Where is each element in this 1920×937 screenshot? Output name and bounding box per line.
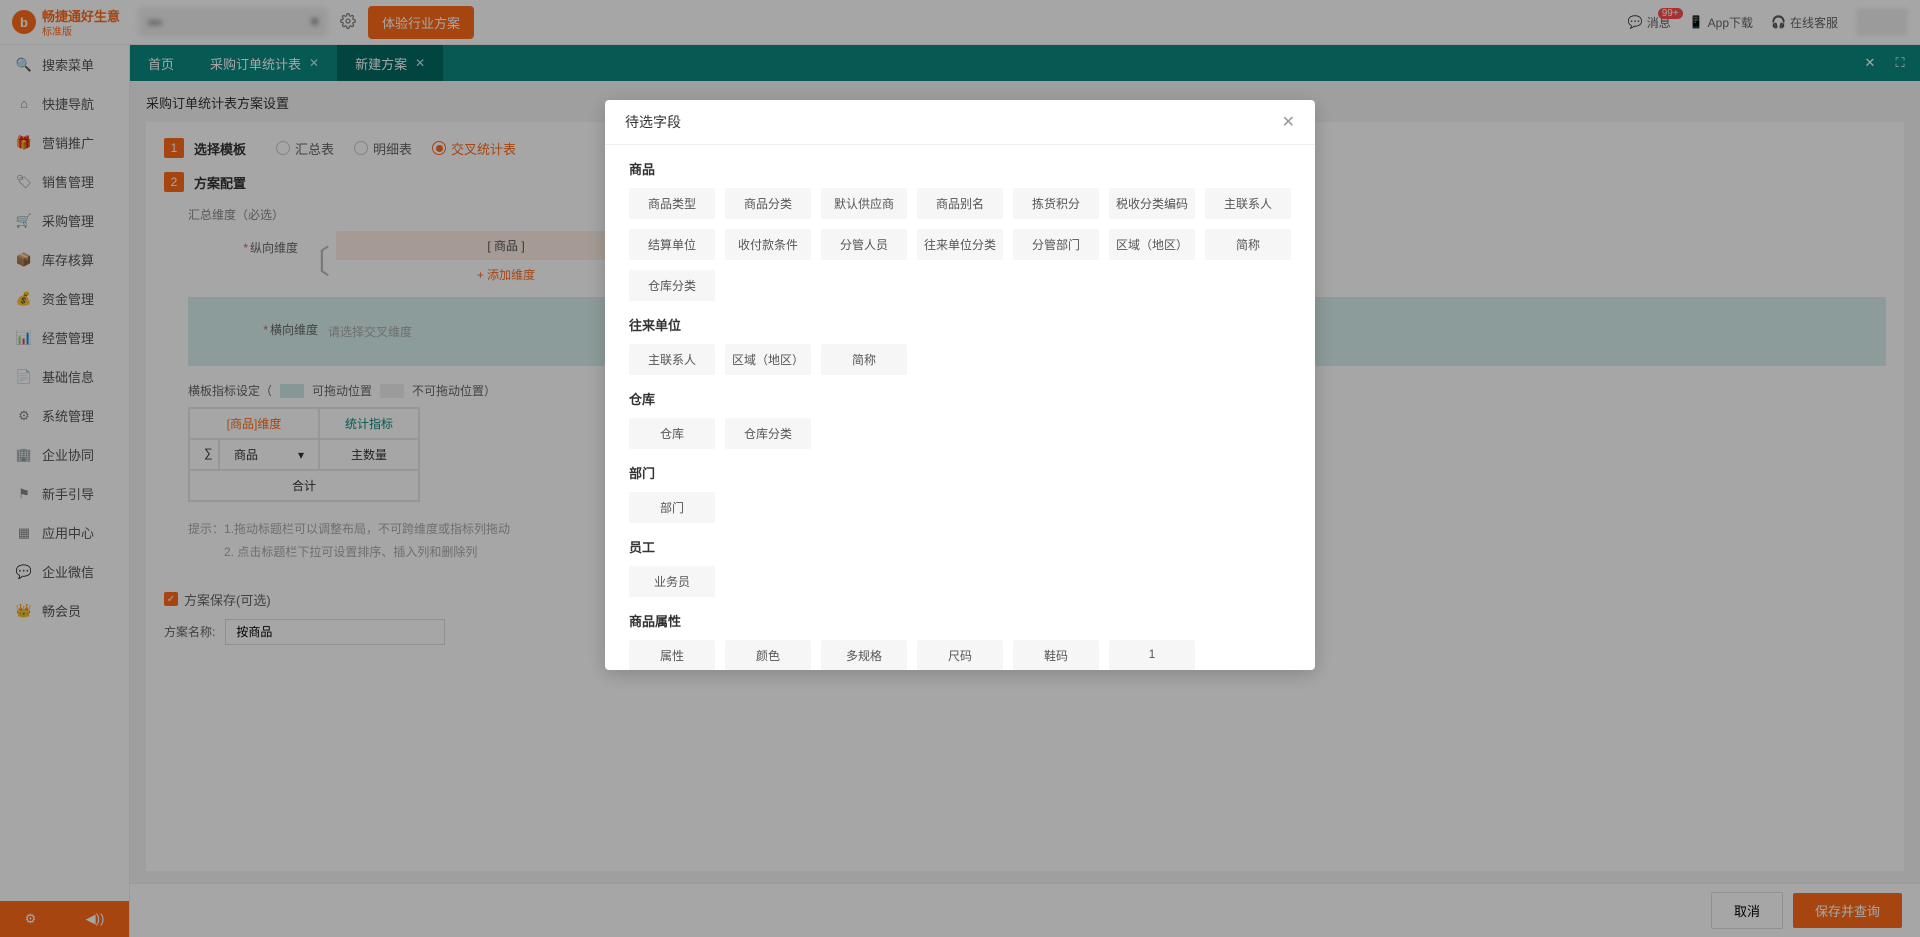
field-chip[interactable]: 商品类型 <box>629 188 715 219</box>
field-chip[interactable]: 区域（地区） <box>1109 229 1195 260</box>
field-group: 商品属性属性颜色多规格尺码鞋码 1 <box>629 611 1291 670</box>
field-chip[interactable]: 主联系人 <box>1205 188 1291 219</box>
field-chip[interactable]: 商品分类 <box>725 188 811 219</box>
field-chip[interactable]: 部门 <box>629 492 715 523</box>
field-chip[interactable]: 分管部门 <box>1013 229 1099 260</box>
field-group-title: 仓库 <box>629 389 1291 408</box>
field-chip[interactable]: 业务员 <box>629 566 715 597</box>
field-chip[interactable]: 收付款条件 <box>725 229 811 260</box>
field-group: 往来单位主联系人区域（地区） 简称 <box>629 315 1291 375</box>
field-chip[interactable]: 仓库分类 <box>629 270 715 301</box>
modal-body: 商品商品类型商品分类默认供应商商品别名拣货积分税收分类编码主联系人结算单位收付款… <box>605 145 1315 670</box>
field-chip[interactable]: 往来单位分类 <box>917 229 1003 260</box>
field-chip[interactable]: 分管人员 <box>821 229 907 260</box>
field-chip[interactable]: 尺码 <box>917 640 1003 670</box>
field-group-title: 员工 <box>629 537 1291 556</box>
field-selector-modal: 待选字段 ✕ 商品商品类型商品分类默认供应商商品别名拣货积分税收分类编码主联系人… <box>605 100 1315 670</box>
field-chip[interactable]: 商品别名 <box>917 188 1003 219</box>
field-group: 部门部门 <box>629 463 1291 523</box>
field-chip[interactable]: 主联系人 <box>629 344 715 375</box>
field-chip[interactable]: 默认供应商 <box>821 188 907 219</box>
field-group-title: 商品 <box>629 159 1291 178</box>
modal-header: 待选字段 ✕ <box>605 100 1315 145</box>
field-chip[interactable]: 简称 <box>821 344 907 375</box>
field-group-title: 往来单位 <box>629 315 1291 334</box>
field-group: 员工业务员 <box>629 537 1291 597</box>
field-group-title: 商品属性 <box>629 611 1291 630</box>
field-chip[interactable]: 简称 <box>1205 229 1291 260</box>
modal-close-button[interactable]: ✕ <box>1282 112 1295 132</box>
field-group: 商品商品类型商品分类默认供应商商品别名拣货积分税收分类编码主联系人结算单位收付款… <box>629 159 1291 301</box>
field-chip[interactable]: 仓库 <box>629 418 715 449</box>
field-chip[interactable]: 1 <box>1109 640 1195 670</box>
field-chip[interactable]: 拣货积分 <box>1013 188 1099 219</box>
field-chip[interactable]: 结算单位 <box>629 229 715 260</box>
field-chip[interactable]: 仓库分类 <box>725 418 811 449</box>
field-group: 仓库仓库仓库分类 <box>629 389 1291 449</box>
field-chip[interactable]: 颜色 <box>725 640 811 670</box>
field-chip[interactable]: 区域（地区） <box>725 344 811 375</box>
field-chip[interactable]: 税收分类编码 <box>1109 188 1195 219</box>
field-chip[interactable]: 属性 <box>629 640 715 670</box>
field-group-title: 部门 <box>629 463 1291 482</box>
field-chip[interactable]: 鞋码 <box>1013 640 1099 670</box>
field-chip[interactable]: 多规格 <box>821 640 907 670</box>
modal-title: 待选字段 <box>625 112 681 132</box>
